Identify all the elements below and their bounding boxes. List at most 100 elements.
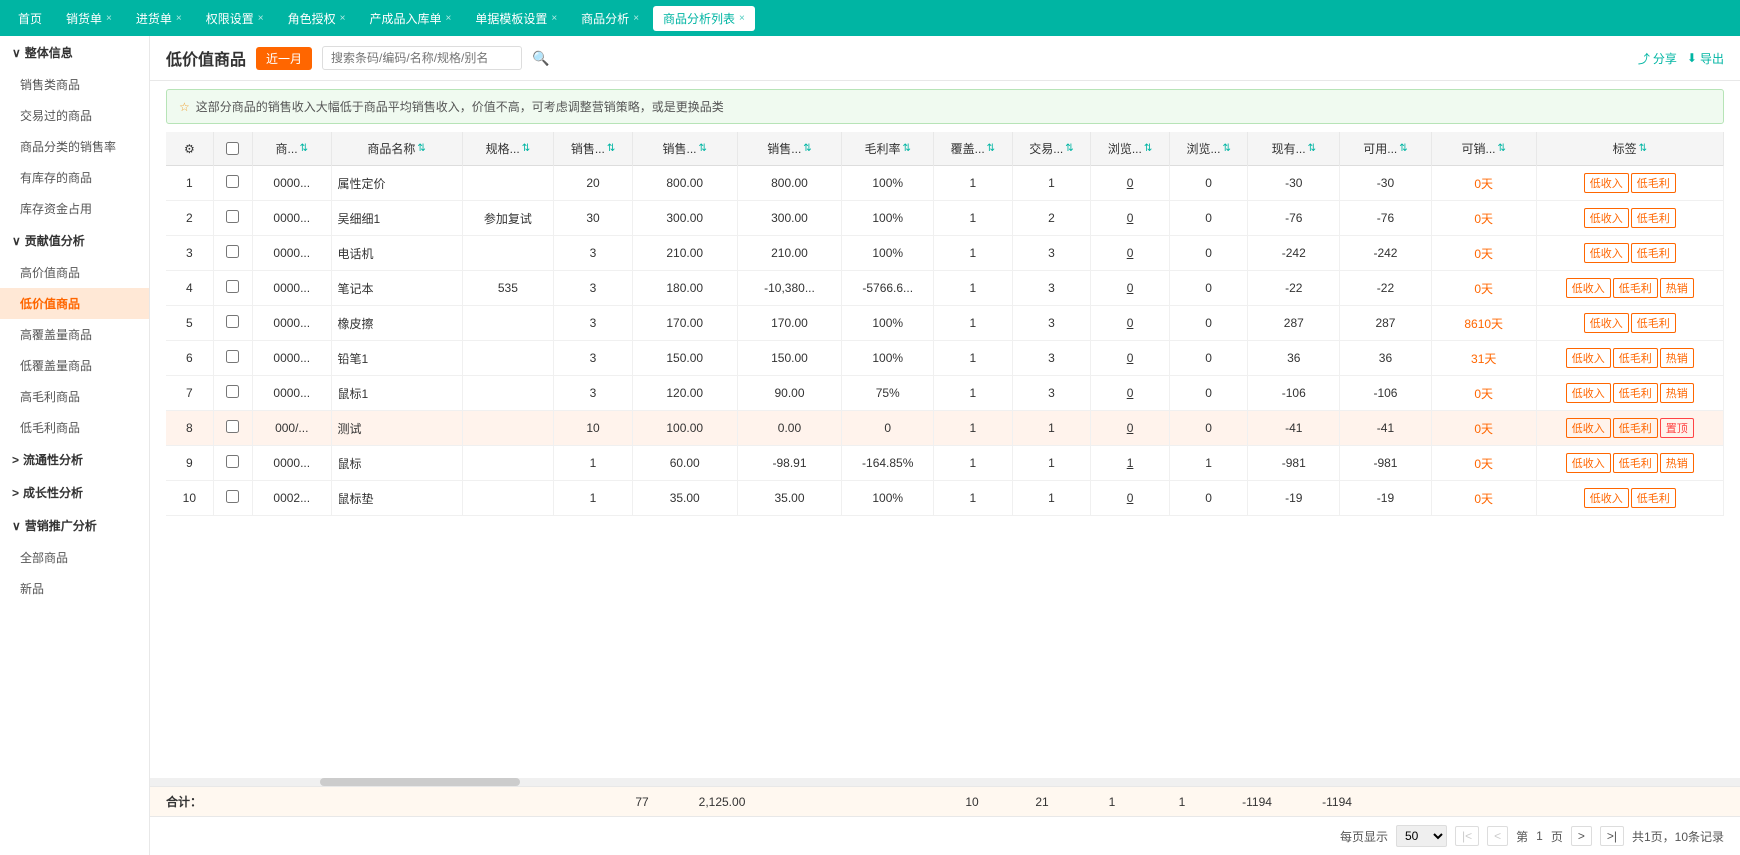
- sort-icon[interactable]: ⇅: [803, 143, 811, 154]
- row-checkbox[interactable]: [226, 210, 239, 223]
- close-icon[interactable]: ×: [551, 13, 557, 24]
- nav-product-instock[interactable]: 产成品入库单 ×: [359, 6, 461, 31]
- sidebar-group-liquidity[interactable]: > 流通性分析: [0, 443, 149, 476]
- view1-count[interactable]: 0: [1091, 236, 1170, 271]
- sort-icon[interactable]: ⇅: [1399, 143, 1407, 154]
- sort-icon[interactable]: ⇅: [417, 143, 425, 154]
- row-checkbox-cell[interactable]: [213, 236, 252, 271]
- col-settings[interactable]: ⚙: [166, 132, 213, 166]
- settings-icon[interactable]: ⚙: [184, 142, 195, 156]
- prev-page-button[interactable]: <: [1487, 826, 1508, 846]
- close-icon[interactable]: ×: [633, 13, 639, 24]
- row-checkbox[interactable]: [226, 420, 239, 433]
- view1-count[interactable]: 0: [1091, 376, 1170, 411]
- view1-link[interactable]: 1: [1127, 456, 1134, 470]
- row-checkbox[interactable]: [226, 385, 239, 398]
- view1-link[interactable]: 0: [1127, 211, 1134, 225]
- last-page-button[interactable]: >|: [1600, 826, 1624, 846]
- col-checkbox[interactable]: [213, 132, 252, 166]
- page-size-select[interactable]: 50 100: [1396, 825, 1447, 847]
- row-checkbox[interactable]: [226, 315, 239, 328]
- view1-link[interactable]: 0: [1127, 351, 1134, 365]
- nav-role-auth[interactable]: 角色授权 ×: [278, 6, 356, 31]
- row-checkbox[interactable]: [226, 280, 239, 293]
- sidebar-item-low-coverage[interactable]: 低覆盖量商品: [0, 350, 149, 381]
- nav-sales-order[interactable]: 销货单 ×: [56, 6, 122, 31]
- sidebar-item-all-products[interactable]: 全部商品: [0, 542, 149, 573]
- search-input[interactable]: [322, 46, 522, 70]
- sort-icon[interactable]: ⇅: [522, 143, 530, 154]
- close-icon[interactable]: ×: [340, 13, 346, 24]
- view1-link[interactable]: 0: [1127, 246, 1134, 260]
- sidebar-item-category-sales-rate[interactable]: 商品分类的销售率: [0, 131, 149, 162]
- view1-count[interactable]: 0: [1091, 411, 1170, 446]
- sidebar-item-high-value[interactable]: 高价值商品: [0, 257, 149, 288]
- sort-icon[interactable]: ⇅: [1308, 143, 1316, 154]
- nav-home[interactable]: 首页: [8, 6, 52, 31]
- sidebar-group-overall[interactable]: ∨ 整体信息: [0, 36, 149, 69]
- sidebar-item-traded[interactable]: 交易过的商品: [0, 100, 149, 131]
- row-checkbox-cell[interactable]: [213, 201, 252, 236]
- row-checkbox-cell[interactable]: [213, 271, 252, 306]
- nav-purchase-order[interactable]: 进货单 ×: [126, 6, 192, 31]
- sort-icon[interactable]: ⇅: [1065, 143, 1073, 154]
- share-button[interactable]: ⤴ 分享: [1638, 50, 1677, 67]
- search-icon[interactable]: 🔍: [532, 50, 549, 67]
- row-checkbox[interactable]: [226, 350, 239, 363]
- sort-icon[interactable]: ⇅: [1498, 143, 1506, 154]
- view1-count[interactable]: 0: [1091, 341, 1170, 376]
- row-checkbox-cell[interactable]: [213, 376, 252, 411]
- view1-link[interactable]: 0: [1127, 176, 1134, 190]
- select-all-checkbox[interactable]: [226, 142, 239, 155]
- row-checkbox-cell[interactable]: [213, 341, 252, 376]
- filter-period-button[interactable]: 近一月: [256, 47, 312, 70]
- sort-icon[interactable]: ⇅: [1144, 143, 1152, 154]
- close-icon[interactable]: ×: [739, 13, 745, 24]
- sort-icon[interactable]: ⇅: [300, 143, 308, 154]
- row-checkbox-cell[interactable]: [213, 166, 252, 201]
- view1-count[interactable]: 0: [1091, 271, 1170, 306]
- row-checkbox[interactable]: [226, 175, 239, 188]
- sidebar-item-new-products[interactable]: 新品: [0, 573, 149, 604]
- sidebar-item-sales-category[interactable]: 销售类商品: [0, 69, 149, 100]
- sidebar-group-contribution[interactable]: ∨ 贡献值分析: [0, 224, 149, 257]
- close-icon[interactable]: ×: [176, 13, 182, 24]
- row-checkbox-cell[interactable]: [213, 411, 252, 446]
- row-checkbox[interactable]: [226, 245, 239, 258]
- row-checkbox[interactable]: [226, 490, 239, 503]
- nav-product-analysis-list[interactable]: 商品分析列表 ×: [653, 6, 755, 31]
- view1-link[interactable]: 0: [1127, 421, 1134, 435]
- view1-link[interactable]: 0: [1127, 491, 1134, 505]
- sidebar-item-high-margin[interactable]: 高毛利商品: [0, 381, 149, 412]
- row-checkbox-cell[interactable]: [213, 306, 252, 341]
- close-icon[interactable]: ×: [106, 13, 112, 24]
- sort-icon[interactable]: ⇅: [1639, 143, 1647, 154]
- first-page-button[interactable]: |<: [1455, 826, 1479, 846]
- sidebar-group-growth[interactable]: > 成长性分析: [0, 476, 149, 509]
- sidebar-item-with-stock[interactable]: 有库存的商品: [0, 162, 149, 193]
- scrollbar-thumb[interactable]: [320, 778, 520, 786]
- next-page-button[interactable]: >: [1571, 826, 1592, 846]
- view1-count[interactable]: 1: [1091, 446, 1170, 481]
- export-button[interactable]: ⬇ 导出: [1687, 50, 1724, 67]
- sidebar-item-high-coverage[interactable]: 高覆盖量商品: [0, 319, 149, 350]
- row-checkbox-cell[interactable]: [213, 481, 252, 516]
- sort-icon[interactable]: ⇅: [1222, 143, 1230, 154]
- view1-count[interactable]: 0: [1091, 201, 1170, 236]
- nav-product-analysis[interactable]: 商品分析 ×: [571, 6, 649, 31]
- view1-link[interactable]: 0: [1127, 386, 1134, 400]
- view1-link[interactable]: 0: [1127, 316, 1134, 330]
- nav-permission-setting[interactable]: 权限设置 ×: [196, 6, 274, 31]
- sidebar-group-marketing[interactable]: ∨ 营销推广分析: [0, 509, 149, 542]
- sort-icon[interactable]: ⇅: [699, 143, 707, 154]
- sort-icon[interactable]: ⇅: [903, 143, 911, 154]
- sidebar-item-low-margin[interactable]: 低毛利商品: [0, 412, 149, 443]
- view1-count[interactable]: 0: [1091, 481, 1170, 516]
- close-icon[interactable]: ×: [258, 13, 264, 24]
- sort-icon[interactable]: ⇅: [607, 143, 615, 154]
- row-checkbox[interactable]: [226, 455, 239, 468]
- sidebar-item-low-value[interactable]: 低价值商品: [0, 288, 149, 319]
- close-icon[interactable]: ×: [445, 13, 451, 24]
- view1-count[interactable]: 0: [1091, 306, 1170, 341]
- nav-template-setting[interactable]: 单据模板设置 ×: [465, 6, 567, 31]
